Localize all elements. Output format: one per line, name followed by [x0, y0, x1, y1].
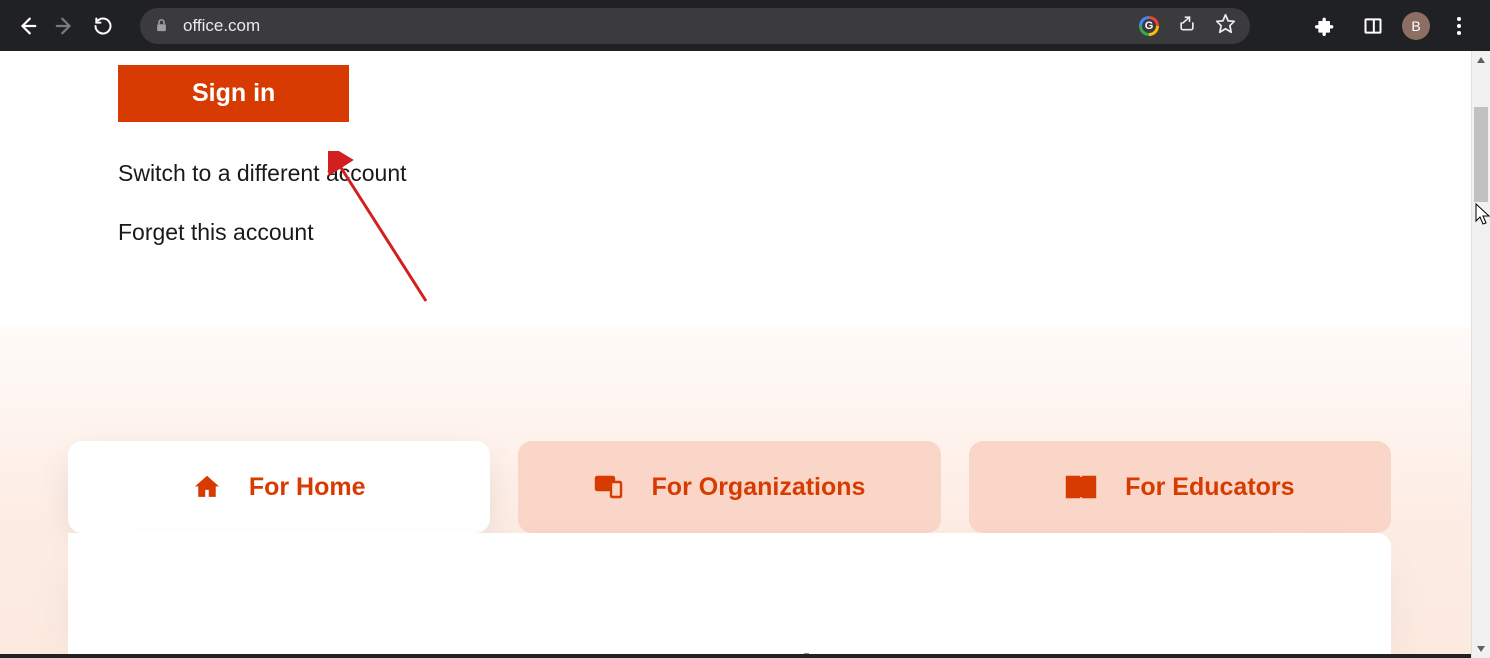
headline: Free or premium: Microsoft 365 has you c…	[68, 645, 1391, 658]
tab-for-organizations[interactable]: For Organizations	[518, 441, 940, 533]
devices-icon	[594, 474, 624, 500]
tab-label: For Organizations	[652, 473, 866, 502]
address-bar[interactable]: office.com	[140, 8, 1250, 44]
browser-toolbar: office.com B	[0, 0, 1490, 51]
google-icon[interactable]	[1139, 16, 1159, 36]
avatar-initial: B	[1411, 18, 1420, 34]
tab-for-educators[interactable]: For Educators	[969, 441, 1391, 533]
home-icon	[193, 473, 221, 501]
tab-label: For Educators	[1125, 473, 1294, 502]
switch-account-link[interactable]: Switch to a different account	[118, 160, 1471, 187]
headline-line-1: Free or premium:	[581, 647, 877, 658]
bookmark-star-icon[interactable]	[1215, 13, 1236, 39]
lock-icon	[154, 17, 169, 34]
url-text: office.com	[183, 16, 1139, 36]
panel-icon[interactable]	[1354, 7, 1392, 45]
scroll-up-button[interactable]	[1472, 51, 1490, 69]
reload-button[interactable]	[84, 7, 122, 45]
book-icon	[1065, 474, 1097, 500]
page-content: Sign in Switch to a different account Fo…	[0, 51, 1471, 658]
tab-for-home[interactable]: For Home	[68, 441, 490, 533]
mouse-cursor-icon	[1475, 203, 1490, 227]
forward-button[interactable]	[46, 7, 84, 45]
sign-in-button[interactable]: Sign in	[118, 65, 349, 122]
tab-label: For Home	[249, 473, 366, 502]
content-panel: Free or premium: Microsoft 365 has you c…	[68, 533, 1391, 654]
profile-avatar[interactable]: B	[1402, 12, 1430, 40]
vertical-scrollbar[interactable]	[1471, 51, 1490, 658]
extensions-icon[interactable]	[1306, 7, 1344, 45]
audience-tabs: For Home For Organizations For Educators	[68, 441, 1391, 533]
share-icon[interactable]	[1177, 13, 1197, 38]
omnibox-actions	[1139, 13, 1236, 39]
back-button[interactable]	[8, 7, 46, 45]
forget-account-link[interactable]: Forget this account	[118, 219, 1471, 246]
scroll-thumb[interactable]	[1474, 107, 1488, 202]
scroll-down-button[interactable]	[1472, 640, 1490, 658]
menu-kebab[interactable]	[1440, 7, 1478, 45]
